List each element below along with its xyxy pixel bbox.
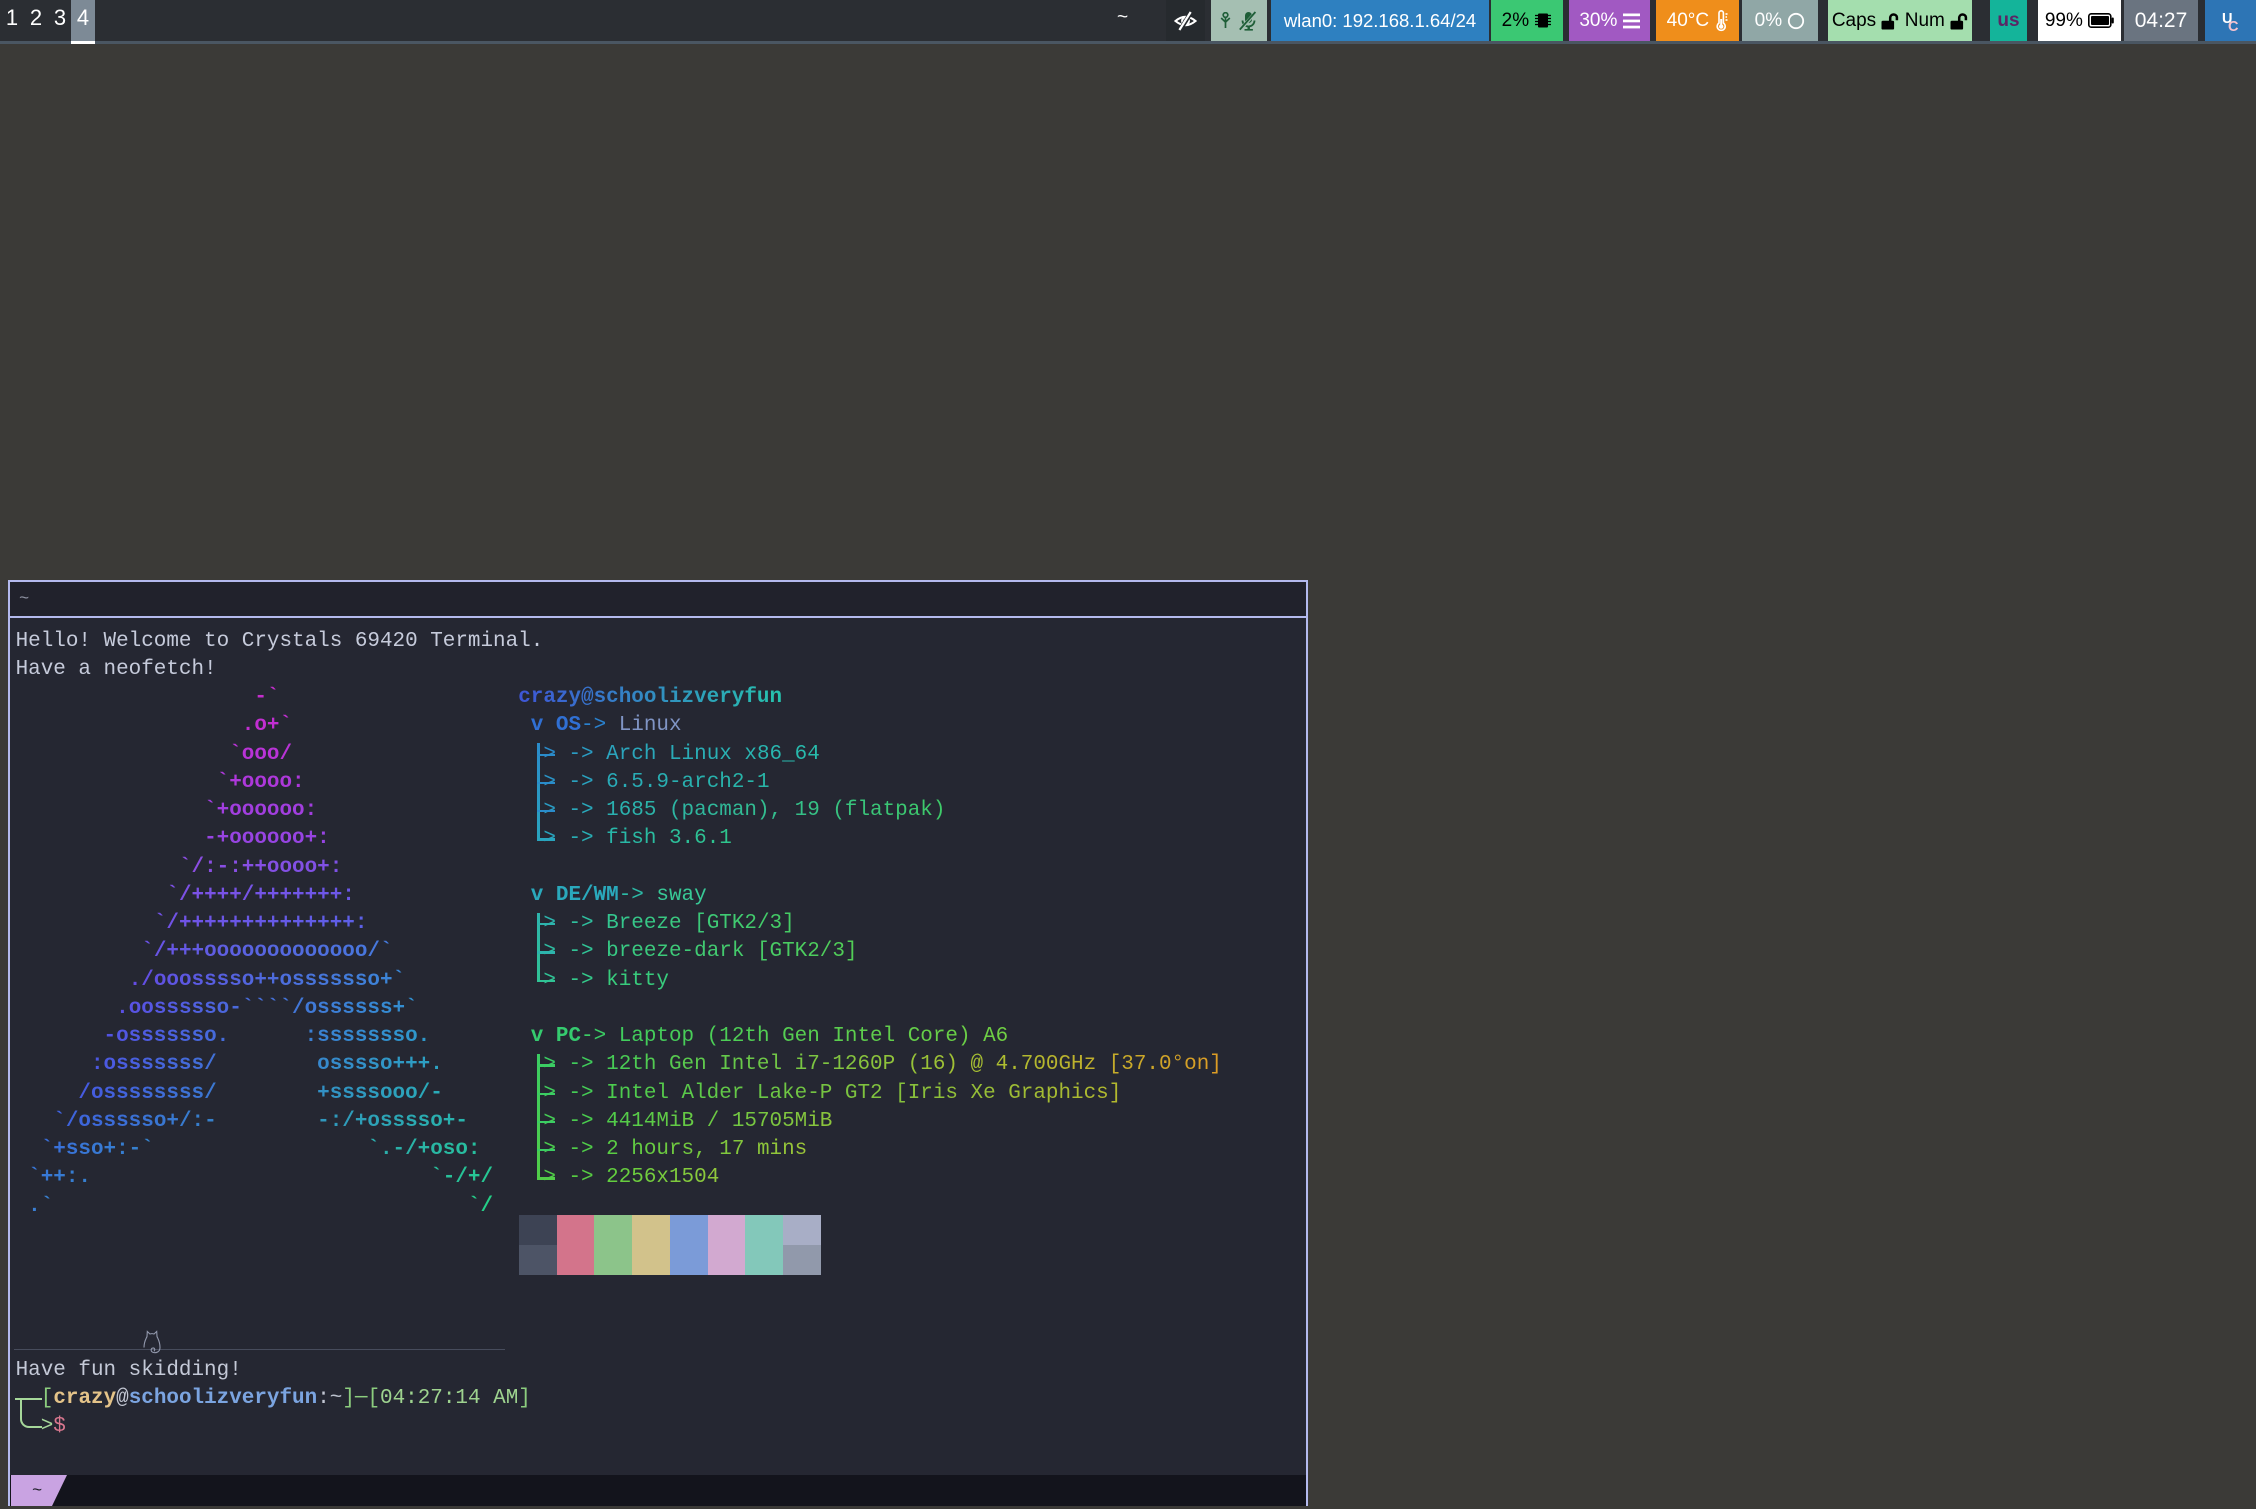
svg-text:C: C — [2228, 19, 2239, 35]
